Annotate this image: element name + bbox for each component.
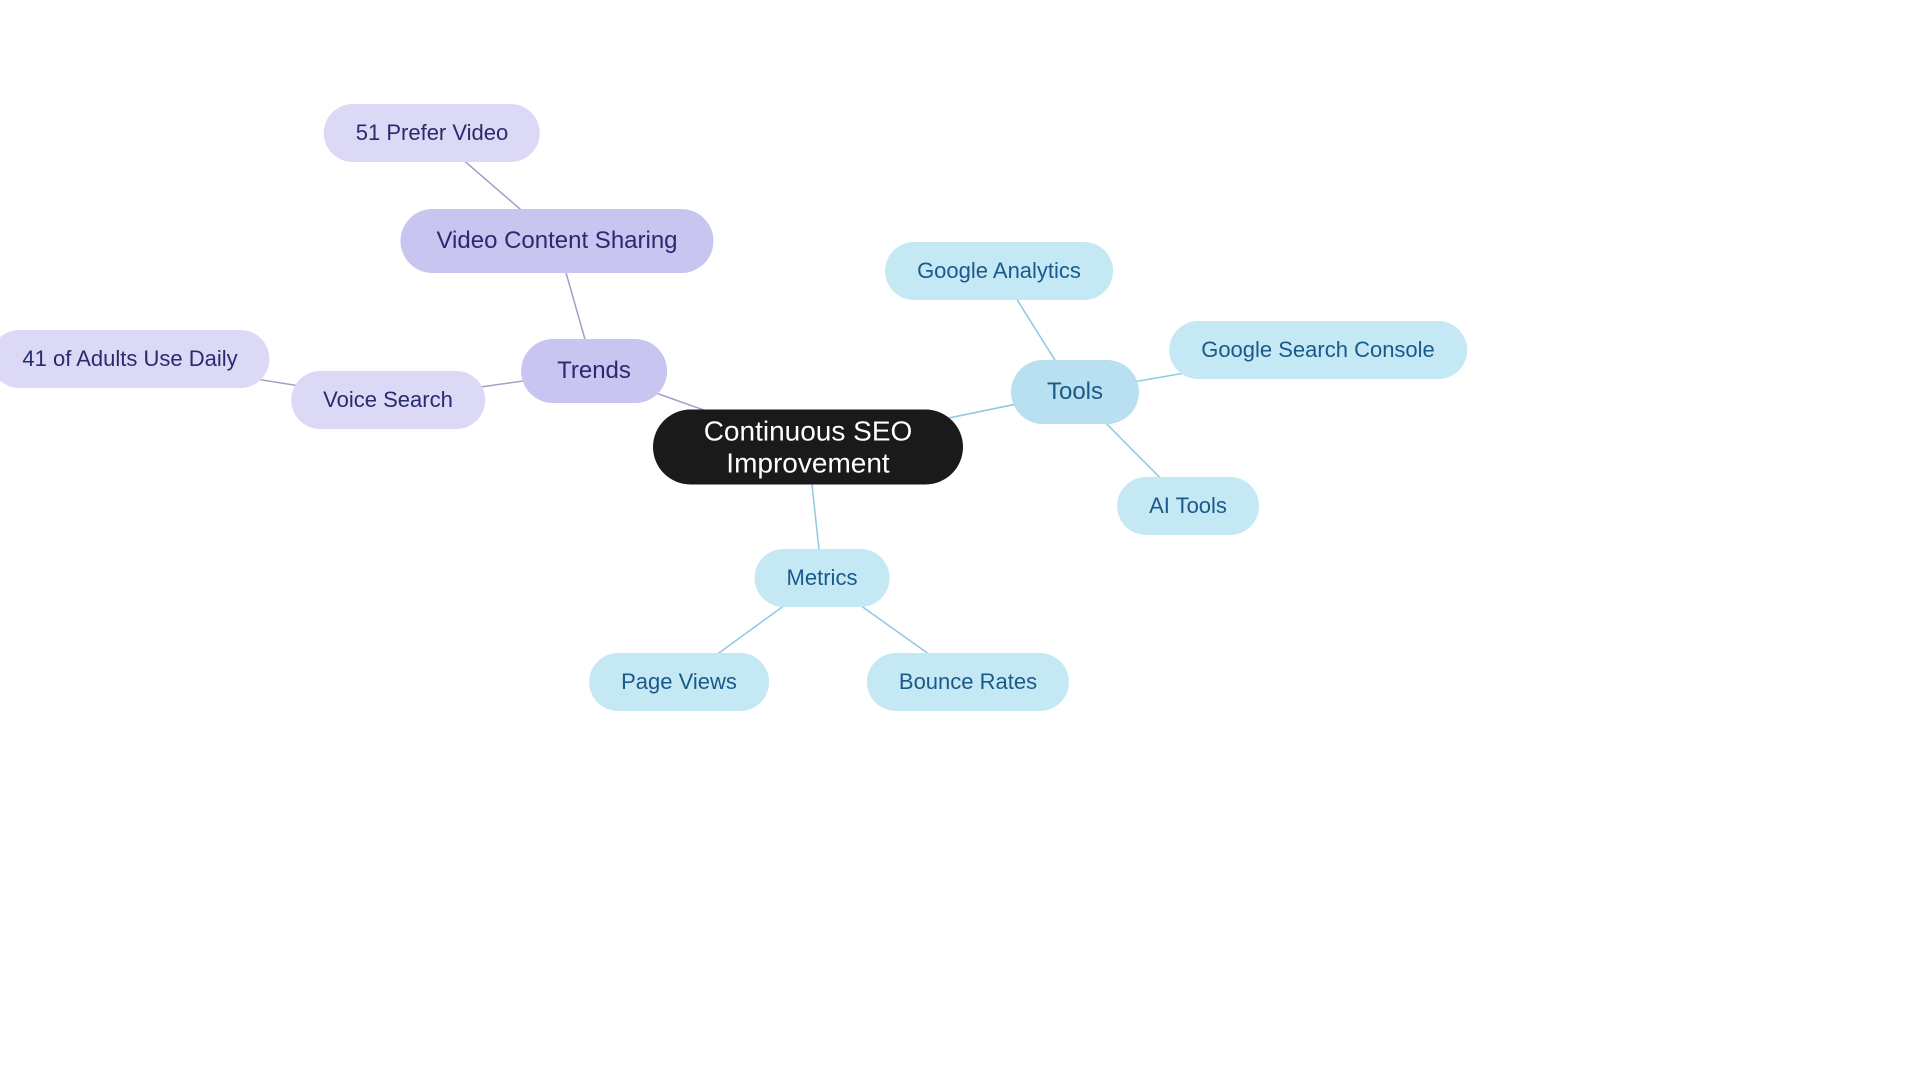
voice-search-label: Voice Search xyxy=(323,387,453,413)
prefer-video-node[interactable]: 51 Prefer Video xyxy=(324,104,540,162)
page-views-label: Page Views xyxy=(621,669,737,695)
trends-node[interactable]: Trends xyxy=(521,339,667,403)
voice-search-node[interactable]: Voice Search xyxy=(291,371,485,429)
metrics-node[interactable]: Metrics xyxy=(755,549,890,607)
tools-node[interactable]: Tools xyxy=(1011,360,1139,424)
center-node[interactable]: Continuous SEO Improvement xyxy=(653,410,963,485)
bounce-rates-label: Bounce Rates xyxy=(899,669,1037,695)
ai-tools-label: AI Tools xyxy=(1149,493,1227,519)
google-search-console-label: Google Search Console xyxy=(1201,337,1435,363)
bounce-rates-node[interactable]: Bounce Rates xyxy=(867,653,1069,711)
center-node-label: Continuous SEO Improvement xyxy=(701,415,915,479)
page-views-node[interactable]: Page Views xyxy=(589,653,769,711)
video-content-sharing-label: Video Content Sharing xyxy=(436,227,677,255)
prefer-video-label: 51 Prefer Video xyxy=(356,120,508,146)
google-analytics-node[interactable]: Google Analytics xyxy=(885,242,1113,300)
adults-use-daily-node[interactable]: 41 of Adults Use Daily xyxy=(0,330,270,388)
metrics-label: Metrics xyxy=(787,565,858,591)
google-analytics-label: Google Analytics xyxy=(917,258,1081,284)
adults-use-daily-label: 41 of Adults Use Daily xyxy=(22,346,237,372)
video-content-sharing-node[interactable]: Video Content Sharing xyxy=(400,209,713,273)
ai-tools-node[interactable]: AI Tools xyxy=(1117,477,1259,535)
google-search-console-node[interactable]: Google Search Console xyxy=(1169,321,1467,379)
trends-label: Trends xyxy=(557,357,631,385)
tools-label: Tools xyxy=(1047,378,1103,406)
